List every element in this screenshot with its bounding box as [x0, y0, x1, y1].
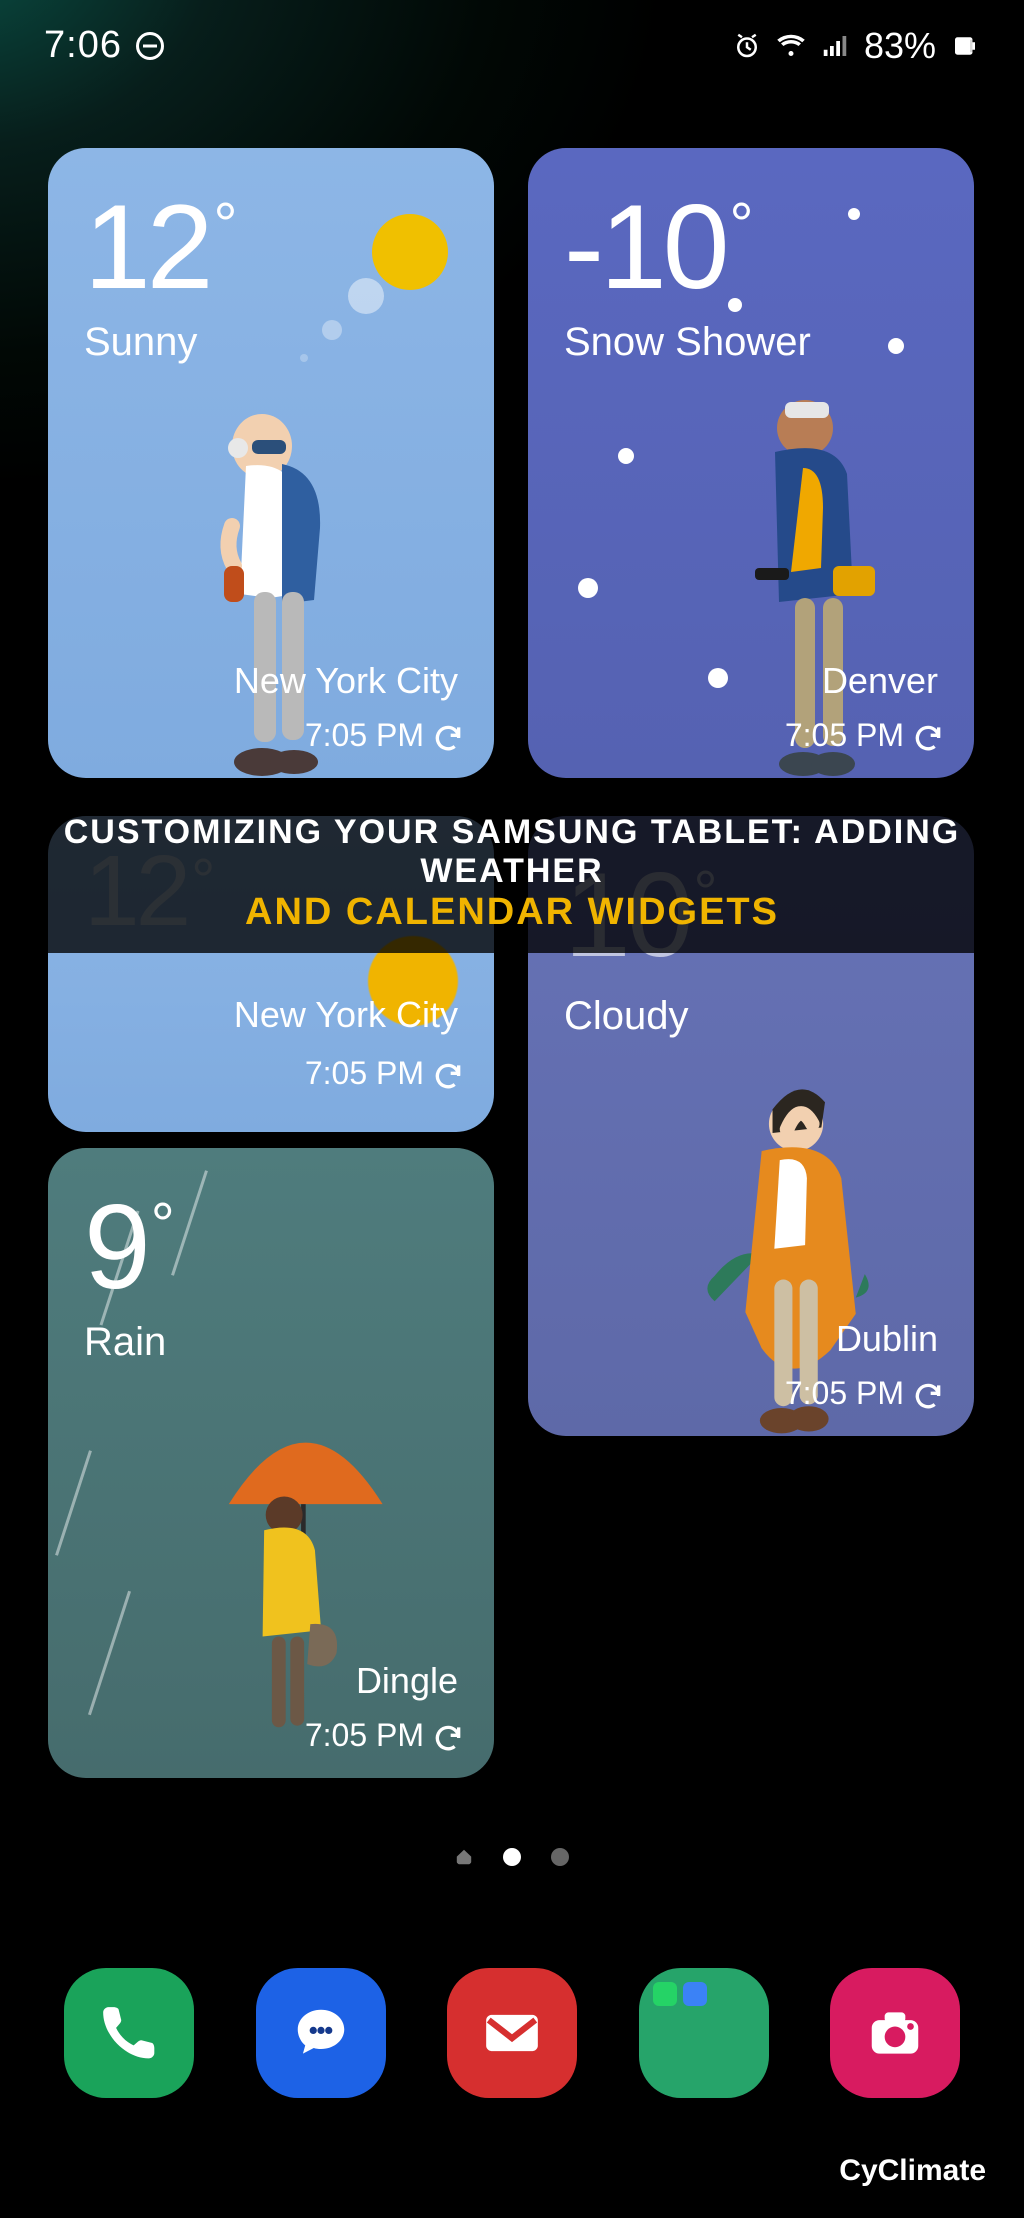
sun-icon [372, 214, 448, 290]
condition: Cloudy [528, 984, 974, 1039]
snow-dot-icon [578, 578, 598, 598]
condition: Sunny [48, 316, 494, 365]
battery-icon [950, 31, 980, 61]
location: New York City [234, 994, 458, 1036]
article-title-overlay: CUSTOMIZING YOUR SAMSUNG TABLET: ADDING … [0, 793, 1024, 953]
camera-app[interactable] [830, 1968, 960, 2098]
alarm-icon [732, 31, 762, 61]
temperature: 9° [48, 1148, 494, 1316]
app-dock [64, 1968, 960, 2098]
updated-time: 7:05 PM [785, 717, 904, 754]
updated-time: 7:05 PM [785, 1375, 904, 1412]
app-folder[interactable] [639, 1968, 769, 2098]
updated-time: 7:05 PM [305, 1055, 424, 1092]
weather-widget-denver[interactable]: -10° Snow Shower Denver 7:05 PM [528, 148, 974, 778]
rain-line-icon [88, 1591, 131, 1716]
weather-widget-dingle[interactable]: 9° Rain Dingle 7:05 PM [48, 1148, 494, 1778]
location: Denver [822, 660, 938, 702]
snow-dot-icon [848, 208, 860, 220]
location: Dublin [836, 1318, 938, 1360]
temperature: -10° [528, 148, 974, 316]
location: New York City [234, 660, 458, 702]
home-page-dot[interactable] [455, 1848, 473, 1866]
refresh-icon[interactable] [912, 1380, 944, 1412]
title-line1: CUSTOMIZING YOUR SAMSUNG TABLET: ADDING … [64, 813, 961, 890]
refresh-icon[interactable] [432, 722, 464, 754]
snow-dot-icon [888, 338, 904, 354]
page-indicator[interactable] [455, 1848, 569, 1866]
status-bar-left: 7:06 [44, 24, 164, 67]
dnd-icon [136, 32, 164, 60]
messages-app[interactable] [256, 1968, 386, 2098]
battery-percentage: 83% [864, 25, 936, 67]
rain-line-icon [55, 1450, 92, 1556]
folder-mini-icons [653, 1982, 707, 2006]
location: Dingle [356, 1660, 458, 1702]
updated-time: 7:05 PM [305, 1717, 424, 1754]
status-bar-right: 83% [732, 25, 980, 67]
phone-app[interactable] [64, 1968, 194, 2098]
page-dot-2[interactable] [503, 1848, 521, 1866]
status-time: 7:06 [44, 24, 122, 67]
refresh-icon[interactable] [432, 1060, 464, 1092]
weather-widget-nyc[interactable]: 12° Sunny New York City 7:05 PM [48, 148, 494, 778]
snow-dot-icon [728, 298, 742, 312]
watermark: CyClimate [839, 2154, 986, 2188]
refresh-icon[interactable] [432, 1722, 464, 1754]
wifi-icon [776, 31, 806, 61]
email-app[interactable] [447, 1968, 577, 2098]
snow-dot-icon [618, 448, 634, 464]
signal-icon [820, 31, 850, 61]
page-dot-3[interactable] [551, 1848, 569, 1866]
updated-time: 7:05 PM [305, 717, 424, 754]
title-line2: AND CALENDAR WIDGETS [245, 891, 779, 933]
condition: Snow Shower [528, 316, 974, 365]
status-bar: 7:06 83% [0, 24, 1024, 67]
condition: Rain [48, 1316, 494, 1365]
refresh-icon[interactable] [912, 722, 944, 754]
